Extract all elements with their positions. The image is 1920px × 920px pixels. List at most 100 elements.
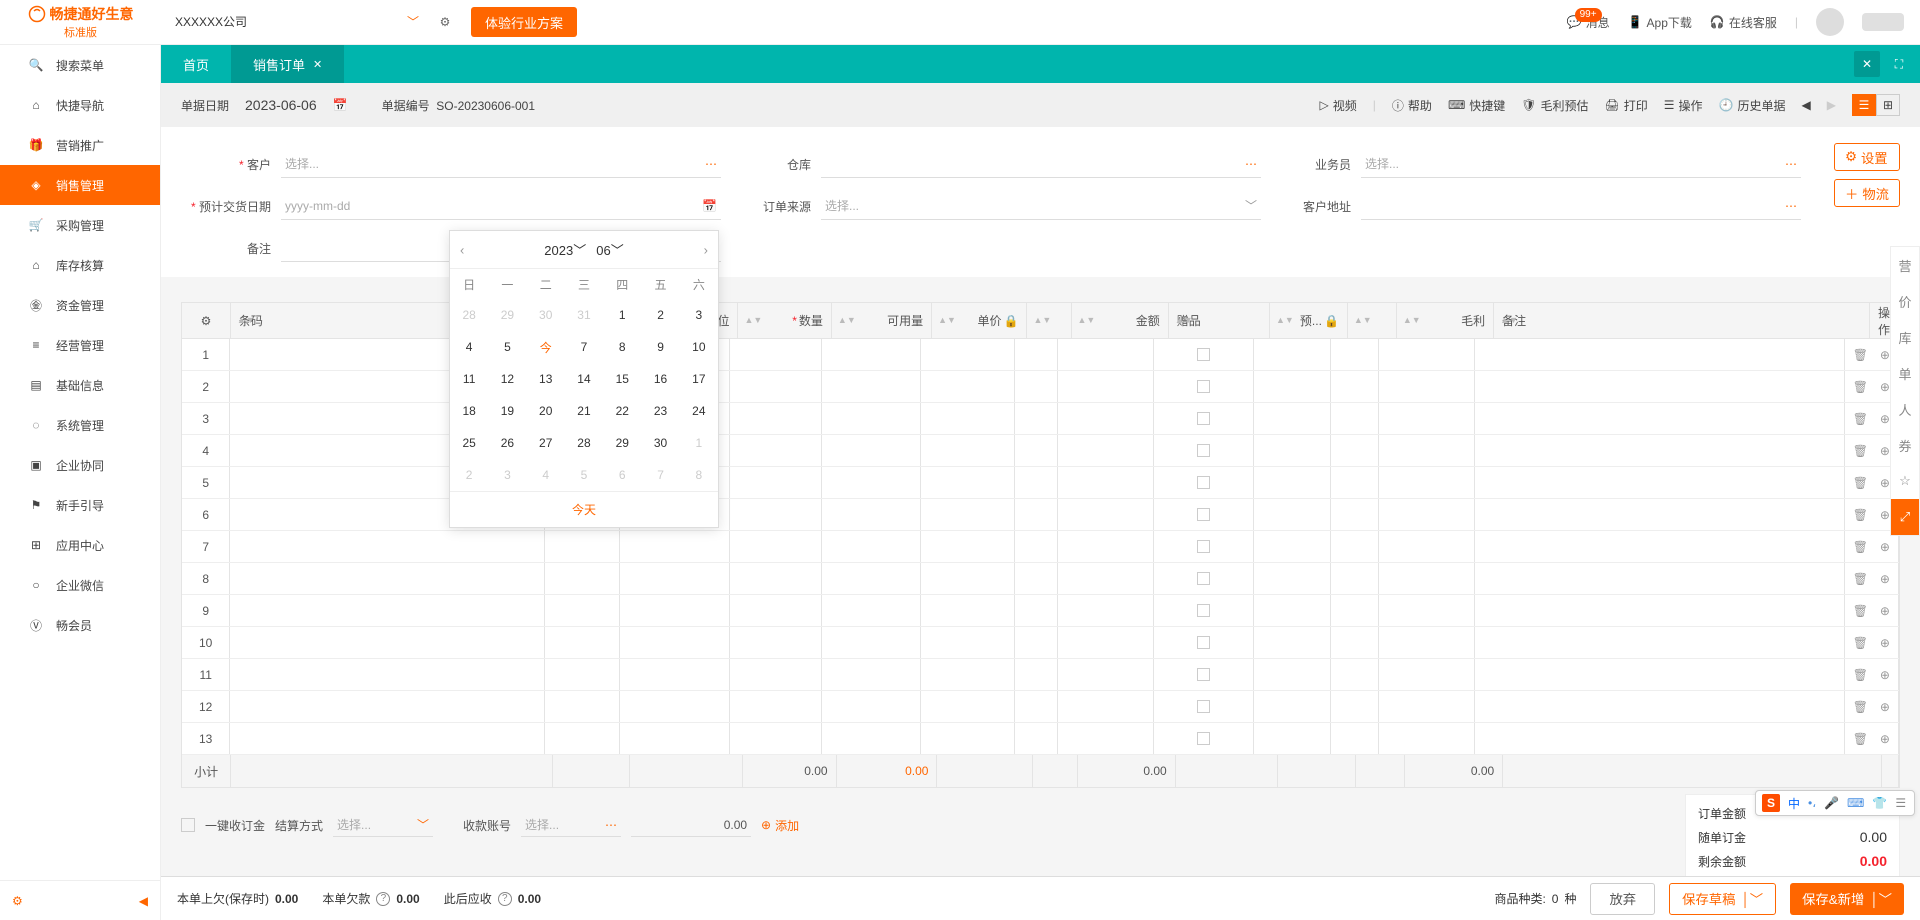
view-list-icon[interactable]: ☰ <box>1852 94 1876 116</box>
customer-address-input[interactable]: ⋯ <box>1361 192 1801 220</box>
discard-button[interactable]: 放弃 <box>1590 883 1655 915</box>
th-available[interactable]: ▲▼可用量 <box>832 303 932 338</box>
date-cell[interactable]: 7 <box>641 459 679 491</box>
table-row[interactable]: 11🗑⊕ <box>182 659 1899 691</box>
date-cell[interactable]: 20 <box>527 395 565 427</box>
user-avatar[interactable] <box>1816 8 1844 36</box>
date-cell[interactable]: 29 <box>488 299 526 331</box>
gift-checkbox[interactable] <box>1197 348 1210 361</box>
delete-row-icon[interactable]: 🗑 <box>1853 604 1868 618</box>
gift-checkbox[interactable] <box>1197 380 1210 393</box>
date-cell[interactable]: 25 <box>450 427 488 459</box>
calendar-icon[interactable]: 📅 <box>702 199 717 213</box>
history-link[interactable]: 🕘历史单据 <box>1719 97 1786 114</box>
collapse-sidebar-icon[interactable]: ◀ <box>139 894 148 908</box>
table-row[interactable]: 3🗑⊕ <box>182 403 1899 435</box>
delete-row-icon[interactable]: 🗑 <box>1853 348 1868 362</box>
date-cell[interactable]: 5 <box>565 459 603 491</box>
delete-row-icon[interactable]: 🗑 <box>1853 380 1868 394</box>
close-all-tabs-icon[interactable]: ✕ <box>1854 51 1880 77</box>
gift-checkbox[interactable] <box>1197 732 1210 745</box>
gift-checkbox[interactable] <box>1197 540 1210 553</box>
th-gross[interactable]: ▲▼毛利 <box>1397 303 1494 338</box>
sidebar-item-7[interactable]: ≡经营管理 <box>0 325 160 365</box>
tab-sales-order[interactable]: 销售订单✕ <box>231 45 344 83</box>
gift-checkbox[interactable] <box>1197 572 1210 585</box>
gift-checkbox[interactable] <box>1197 604 1210 617</box>
date-cell[interactable]: 9 <box>641 331 679 363</box>
date-cell[interactable]: 4 <box>450 331 488 363</box>
sidebar-item-2[interactable]: 🎁营销推广 <box>0 125 160 165</box>
date-cell[interactable]: 21 <box>565 395 603 427</box>
th-pre[interactable]: ▲▼预...🔒 <box>1270 303 1348 338</box>
delete-row-icon[interactable]: 🗑 <box>1853 508 1868 522</box>
save-draft-button[interactable]: 保存草稿│﹀ <box>1669 883 1776 915</box>
th-gift[interactable]: ▲▼赠品 <box>1169 303 1270 338</box>
copy-row-icon[interactable]: ⊕ <box>1880 444 1890 458</box>
copy-row-icon[interactable]: ⊕ <box>1880 412 1890 426</box>
delete-row-icon[interactable]: 🗑 <box>1853 668 1868 682</box>
sidebar-item-14[interactable]: Ⓥ畅会员 <box>0 605 160 645</box>
more-icon[interactable]: ⋯ <box>1785 157 1797 171</box>
copy-row-icon[interactable]: ⊕ <box>1880 732 1890 746</box>
delete-row-icon[interactable]: 🗑 <box>1853 412 1868 426</box>
sidebar-item-13[interactable]: ○企业微信 <box>0 565 160 605</box>
date-cell[interactable]: 13 <box>527 363 565 395</box>
month-select[interactable]: 06﹀ <box>596 240 623 259</box>
dock-item-6[interactable]: ☆ <box>1891 463 1919 499</box>
date-cell[interactable]: 1 <box>603 299 641 331</box>
date-cell[interactable]: 3 <box>488 459 526 491</box>
date-cell[interactable]: 11 <box>450 363 488 395</box>
date-cell[interactable]: 23 <box>641 395 679 427</box>
copy-row-icon[interactable]: ⊕ <box>1880 380 1890 394</box>
gift-checkbox[interactable] <box>1197 636 1210 649</box>
sidebar-item-12[interactable]: ⊞应用中心 <box>0 525 160 565</box>
save-new-button[interactable]: 保存&新增│﹀ <box>1790 883 1904 915</box>
table-row[interactable]: 4🗑⊕ <box>182 435 1899 467</box>
gift-checkbox[interactable] <box>1197 476 1210 489</box>
date-cell[interactable]: 7 <box>565 331 603 363</box>
date-cell[interactable]: 30 <box>641 427 679 459</box>
date-cell[interactable]: 2 <box>450 459 488 491</box>
gift-checkbox[interactable] <box>1197 668 1210 681</box>
copy-row-icon[interactable]: ⊕ <box>1880 508 1890 522</box>
date-cell[interactable]: 2 <box>641 299 679 331</box>
today-button[interactable]: 今天 <box>450 491 718 527</box>
close-tab-icon[interactable]: ✕ <box>313 58 322 71</box>
copy-row-icon[interactable]: ⊕ <box>1880 700 1890 714</box>
copy-row-icon[interactable]: ⊕ <box>1880 604 1890 618</box>
date-cell[interactable]: 26 <box>488 427 526 459</box>
dock-item-7[interactable]: ⤢ <box>1891 499 1919 535</box>
sidebar-item-3[interactable]: ◈销售管理 <box>0 165 160 205</box>
tab-home[interactable]: 首页 <box>161 45 231 83</box>
delete-row-icon[interactable]: 🗑 <box>1853 572 1868 586</box>
date-cell[interactable]: 16 <box>641 363 679 395</box>
year-select[interactable]: 2023﹀ <box>544 240 586 259</box>
messages-link[interactable]: 💬消息99+ <box>1567 14 1610 31</box>
delete-row-icon[interactable]: 🗑 <box>1853 444 1868 458</box>
date-cell[interactable]: 17 <box>680 363 718 395</box>
date-cell[interactable]: 14 <box>565 363 603 395</box>
salesperson-input[interactable]: 选择...⋯ <box>1361 150 1801 178</box>
gross-estimate-link[interactable]: 🛡毛利预估 <box>1521 97 1588 114</box>
date-cell[interactable]: 19 <box>488 395 526 427</box>
gift-checkbox[interactable] <box>1197 412 1210 425</box>
settle-method-select[interactable]: 选择...﹀ <box>333 813 433 837</box>
warehouse-input[interactable]: ⋯ <box>821 150 1261 178</box>
table-row[interactable]: 7🗑⊕ <box>182 531 1899 563</box>
next-doc-icon[interactable]: ▶ <box>1827 98 1836 112</box>
info-icon[interactable]: ? <box>376 892 390 906</box>
sidebar-item-6[interactable]: ㊎资金管理 <box>0 285 160 325</box>
table-row[interactable]: 6🗑⊕ <box>182 499 1899 531</box>
next-month-icon[interactable]: › <box>694 242 718 257</box>
view-card-icon[interactable]: ⊞ <box>1876 94 1900 116</box>
info-icon[interactable]: ? <box>498 892 512 906</box>
table-settings-icon[interactable]: ⚙ <box>182 303 231 338</box>
date-cell[interactable]: 28 <box>450 299 488 331</box>
th-remark[interactable]: ▲▼备注 <box>1494 303 1870 338</box>
account-select[interactable]: 选择...⋯ <box>521 813 621 837</box>
sidebar-item-0[interactable]: 🔍搜索菜单 <box>0 45 160 85</box>
prev-month-icon[interactable]: ‹ <box>450 242 474 257</box>
sidebar-item-10[interactable]: ▣企业协同 <box>0 445 160 485</box>
sidebar-item-4[interactable]: 🛒采购管理 <box>0 205 160 245</box>
